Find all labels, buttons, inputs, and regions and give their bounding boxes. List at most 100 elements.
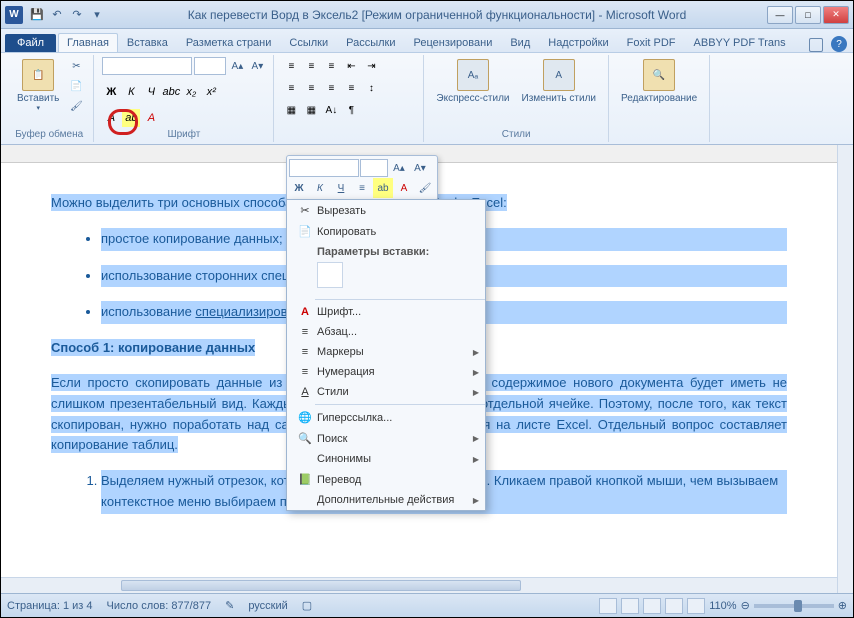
grow-font-icon[interactable]: A▴: [228, 57, 246, 75]
menu-bullets[interactable]: ≡ Маркеры ▶: [287, 342, 485, 362]
minimize-button[interactable]: —: [767, 6, 793, 24]
bullet-1[interactable]: простое копирование данных;: [101, 231, 283, 246]
mini-underline[interactable]: Ч: [331, 178, 351, 198]
zoom-level[interactable]: 110%: [709, 600, 736, 612]
indent-dec-icon[interactable]: ⇤: [342, 57, 360, 75]
menu-search[interactable]: 🔍 Поиск ▶: [287, 428, 485, 449]
qat-save-icon[interactable]: 💾: [27, 5, 47, 25]
mini-size-select[interactable]: [360, 159, 388, 177]
menu-hyperlink[interactable]: 🌐 Гиперссылка...: [287, 407, 485, 428]
multilevel-icon[interactable]: ≡: [322, 57, 340, 75]
menu-numbering[interactable]: ≡ Нумерация ▶: [287, 362, 485, 382]
ribbon-minimize-icon[interactable]: [809, 38, 823, 52]
tab-review[interactable]: Рецензировани: [405, 33, 502, 52]
bullets-icon[interactable]: ≡: [282, 57, 300, 75]
tab-references[interactable]: Ссылки: [280, 33, 337, 52]
highlight-icon[interactable]: ab: [122, 109, 140, 127]
align-center-icon[interactable]: ≡: [302, 79, 320, 97]
file-tab[interactable]: Файл: [5, 34, 56, 52]
menu-extra[interactable]: Дополнительные действия ▶: [287, 490, 485, 510]
tab-mailings[interactable]: Рассылки: [337, 33, 404, 52]
vertical-scrollbar[interactable]: [837, 145, 853, 593]
underline-button[interactable]: Ч: [142, 83, 160, 101]
mini-shrink-icon[interactable]: A▾: [410, 158, 430, 178]
menu-translate[interactable]: 📗 Перевод: [287, 469, 485, 490]
mini-format-painter-icon[interactable]: 🖌: [415, 178, 435, 198]
mini-highlight-icon[interactable]: ab: [373, 178, 393, 198]
paste-button[interactable]: 📋 Вставить ▾: [13, 57, 63, 114]
justify-icon[interactable]: ≡: [342, 79, 360, 97]
menu-copy[interactable]: 📄 Копировать: [287, 221, 485, 242]
align-left-icon[interactable]: ≡: [282, 79, 300, 97]
mini-font-color-icon[interactable]: A: [394, 178, 414, 198]
menu-cut[interactable]: ✂ Вырезать: [287, 200, 485, 221]
menu-synonyms[interactable]: Синонимы ▶: [287, 449, 485, 469]
font-family-select[interactable]: [102, 57, 192, 75]
pilcrow-icon[interactable]: ¶: [342, 101, 360, 119]
tab-view[interactable]: Вид: [501, 33, 539, 52]
mini-italic[interactable]: К: [310, 178, 330, 198]
quick-styles-button[interactable]: Aₐ Экспресс-стили: [432, 57, 513, 106]
maximize-button[interactable]: □: [795, 6, 821, 24]
view-outline[interactable]: [665, 598, 683, 614]
tab-home[interactable]: Главная: [58, 33, 118, 52]
status-language[interactable]: русский: [248, 600, 287, 612]
horizontal-scrollbar[interactable]: [1, 577, 837, 593]
zoom-in-button[interactable]: ⊕: [838, 599, 847, 612]
numbering-icon[interactable]: ≡: [302, 57, 320, 75]
status-macro-icon[interactable]: ▢: [302, 599, 312, 612]
view-web[interactable]: [643, 598, 661, 614]
view-print-layout[interactable]: [599, 598, 617, 614]
change-styles-button[interactable]: A Изменить стили: [518, 57, 600, 106]
bold-button[interactable]: Ж: [102, 83, 120, 101]
mini-font-select[interactable]: [289, 159, 359, 177]
editing-button[interactable]: 🔍 Редактирование: [617, 57, 701, 106]
close-button[interactable]: ✕: [823, 6, 849, 24]
superscript-button[interactable]: x²: [202, 83, 220, 101]
zoom-out-button[interactable]: ⊖: [741, 599, 750, 612]
qat-redo-icon[interactable]: ↷: [67, 5, 87, 25]
tab-addins[interactable]: Надстройки: [539, 33, 617, 52]
quick-styles-icon: Aₐ: [457, 59, 489, 91]
zoom-slider[interactable]: [754, 604, 834, 608]
view-full-read[interactable]: [621, 598, 639, 614]
strike-button[interactable]: abc: [162, 83, 180, 101]
status-words[interactable]: Число слов: 877/877: [107, 600, 212, 612]
menu-styles[interactable]: A Стили ▶: [287, 382, 485, 402]
mini-bold[interactable]: Ж: [289, 178, 309, 198]
subscript-button[interactable]: x₂: [182, 83, 200, 101]
menu-paragraph[interactable]: ≡ Абзац...: [287, 322, 485, 342]
ribbon: 📋 Вставить ▾ ✂ 📄 🖌 Буфер обмена A▴ A▾ Ж …: [1, 53, 853, 145]
tab-insert[interactable]: Вставка: [118, 33, 177, 52]
status-proofing-icon[interactable]: ✎: [225, 599, 234, 612]
view-draft[interactable]: [687, 598, 705, 614]
copy-icon[interactable]: 📄: [67, 77, 85, 95]
text-effects-icon[interactable]: A: [102, 109, 120, 127]
paste-option-icon[interactable]: [317, 262, 343, 288]
help-icon[interactable]: ?: [831, 36, 847, 52]
zoom-handle[interactable]: [794, 600, 802, 612]
status-page[interactable]: Страница: 1 из 4: [7, 600, 93, 612]
tab-foxit[interactable]: Foxit PDF: [618, 33, 685, 52]
tab-layout[interactable]: Разметка страни: [177, 33, 281, 52]
shading-icon[interactable]: ▦: [282, 101, 300, 119]
tab-abbyy[interactable]: ABBYY PDF Trans: [685, 33, 795, 52]
menu-font[interactable]: A Шрифт...: [287, 302, 485, 322]
font-size-select[interactable]: [194, 57, 226, 75]
sort-icon[interactable]: A↓: [322, 101, 340, 119]
align-right-icon[interactable]: ≡: [322, 79, 340, 97]
qat-undo-icon[interactable]: ↶: [47, 5, 67, 25]
qat-dropdown-icon[interactable]: ▾: [87, 5, 107, 25]
font-color-icon[interactable]: A: [142, 109, 160, 127]
scrollbar-thumb[interactable]: [121, 580, 521, 591]
indent-inc-icon[interactable]: ⇥: [362, 57, 380, 75]
line-spacing-icon[interactable]: ↕: [362, 79, 380, 97]
format-painter-icon[interactable]: 🖌: [67, 97, 85, 115]
mini-align[interactable]: ≡: [352, 178, 372, 198]
mini-grow-icon[interactable]: A▴: [389, 158, 409, 178]
italic-button[interactable]: К: [122, 83, 140, 101]
cut-icon[interactable]: ✂: [67, 57, 85, 75]
doc-heading[interactable]: Способ 1: копирование данных: [51, 339, 255, 356]
shrink-font-icon[interactable]: A▾: [248, 57, 266, 75]
borders-icon[interactable]: ▦: [302, 101, 320, 119]
